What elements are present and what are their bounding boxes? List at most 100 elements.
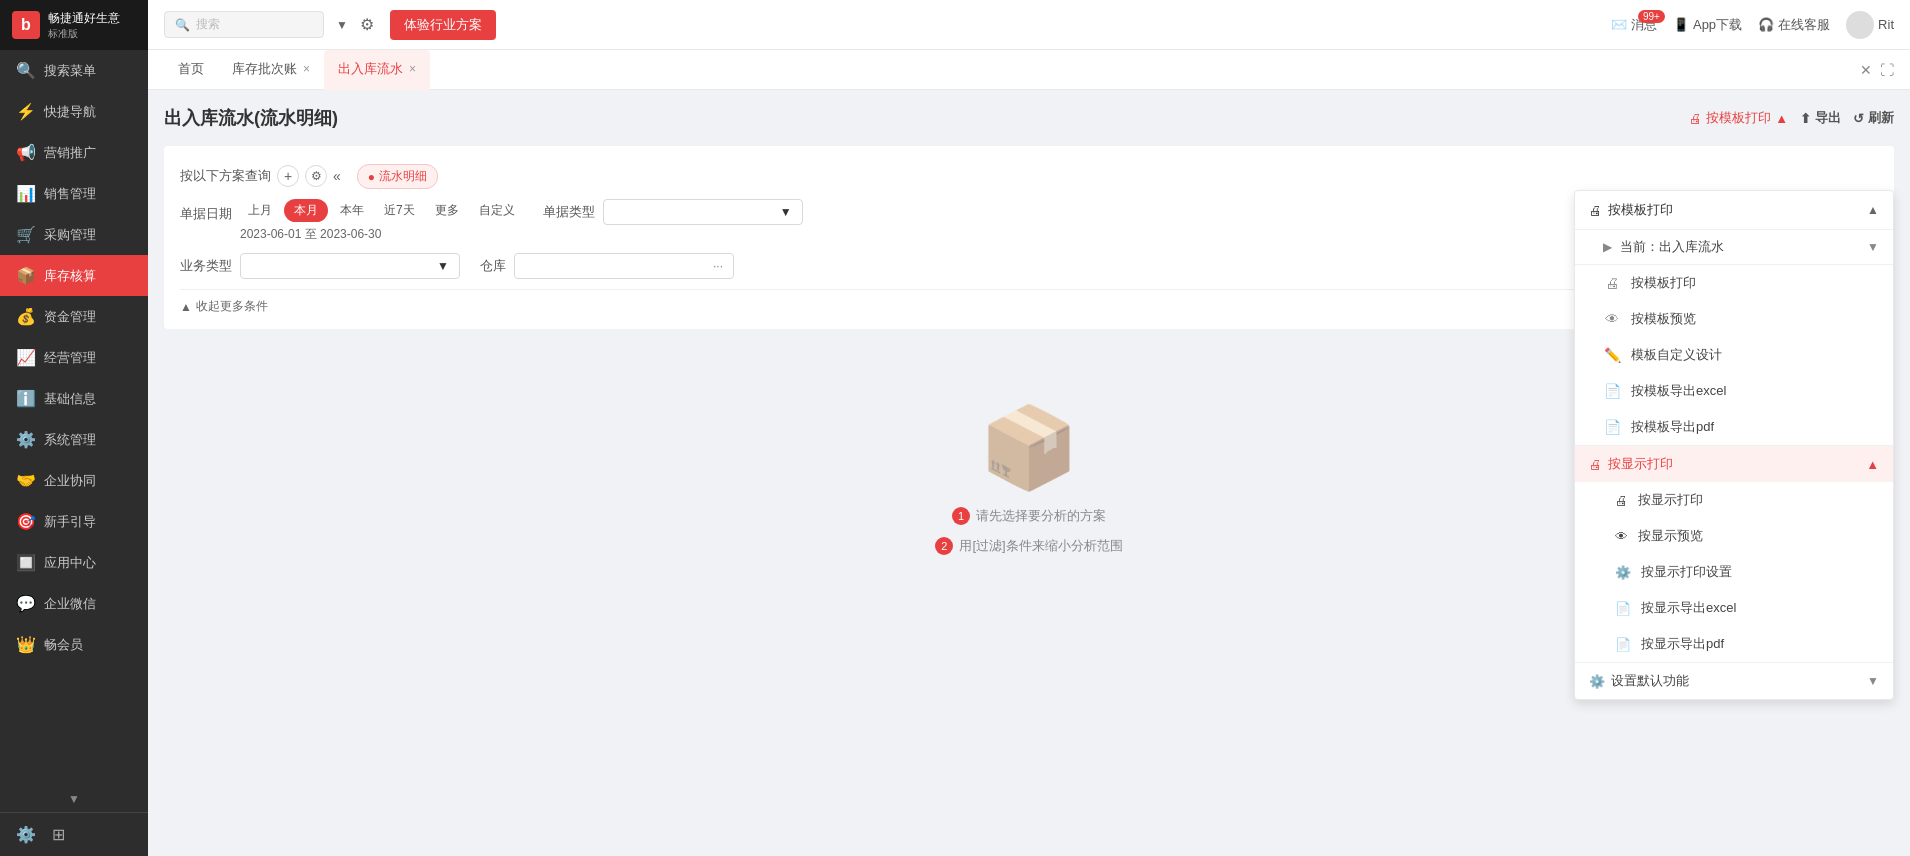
date-7days[interactable]: 近7天	[376, 199, 423, 222]
dropdown-footer[interactable]: ⚙️ 设置默认功能 ▼	[1575, 662, 1893, 699]
date-label: 单据日期	[180, 199, 232, 223]
dropdown-item-preview-display[interactable]: 👁 按显示预览	[1575, 518, 1893, 554]
export-pdf-display-icon: 📄	[1615, 637, 1631, 652]
collapse-filter-btn[interactable]: «	[333, 168, 341, 184]
display-section-header[interactable]: 🖨 按显示打印 ▲	[1575, 446, 1893, 482]
chevron-up-icon: ▲	[180, 300, 192, 314]
sidebar-item-label: 企业协同	[44, 472, 96, 490]
add-scheme-btn[interactable]: +	[277, 165, 299, 187]
sidebar-item-wechat[interactable]: 💬 企业微信	[0, 583, 148, 624]
sidebar-item-purchase[interactable]: 🛒 采购管理	[0, 214, 148, 255]
sidebar-item-basic-info[interactable]: ℹ️ 基础信息	[0, 378, 148, 419]
date-more[interactable]: 更多	[427, 199, 467, 222]
refresh-btn[interactable]: ↺ 刷新	[1853, 109, 1894, 127]
dropdown-item-print-settings[interactable]: ⚙️ 按显示打印设置	[1575, 554, 1893, 590]
close-window-btn[interactable]: ✕	[1860, 62, 1872, 78]
tab-stock-flow-close[interactable]: ×	[409, 62, 416, 76]
dropdown-item-custom-design-label: 模板自定义设计	[1631, 346, 1722, 364]
empty-hint-2: 2 用[过滤]条件来缩小分析范围	[935, 537, 1122, 555]
tab-inventory-batch-label: 库存批次账	[232, 60, 297, 78]
dropdown-item-preview-template[interactable]: 👁 按模板预览	[1575, 301, 1893, 337]
dropdown-item-print-template-label: 按模板打印	[1631, 274, 1696, 292]
sidebar-item-inventory[interactable]: 📦 库存核算	[0, 255, 148, 296]
export-excel-template-icon: 📄	[1603, 383, 1621, 399]
main-content: 🔍 搜索 ▼ ⚙ 体验行业方案 ✉️ 消息 99+ 📱 App下载 🎧 在线客服…	[148, 0, 1910, 856]
dropdown-item-export-excel-display[interactable]: 📄 按显示导出excel	[1575, 590, 1893, 626]
inventory-icon: 📦	[16, 266, 36, 285]
current-template-row[interactable]: ▶ 当前：出入库流水 ▼	[1575, 230, 1893, 264]
sidebar-item-vip[interactable]: 👑 畅会员	[0, 624, 148, 665]
trial-btn[interactable]: 体验行业方案	[390, 10, 496, 40]
active-scheme-tag: ● 流水明细	[357, 160, 438, 189]
business-type-select[interactable]: ▼	[240, 253, 460, 279]
page-title-text: 出入库流水(流水明细)	[164, 106, 338, 130]
settings-footer-icon[interactable]: ⚙️	[16, 825, 36, 844]
filter-scheme-label: 按以下方案查询	[180, 167, 271, 185]
vip-icon: 👑	[16, 635, 36, 654]
sidebar-item-label: 营销推广	[44, 144, 96, 162]
printer-header-icon: 🖨	[1589, 203, 1602, 218]
page-content: 出入库流水(流水明细) 🖨 按模板打印 ▲ ⬆ 导出 ↺ 刷新	[148, 90, 1910, 856]
sidebar: b 畅捷通好生意 标准版 🔍 搜索菜单 ⚡ 快捷导航 📢 营销推广 📊 销售管理…	[0, 0, 148, 856]
collapse-sidebar-icon[interactable]: ⊞	[52, 825, 65, 844]
date-this-year[interactable]: 本年	[332, 199, 372, 222]
tab-stock-flow[interactable]: 出入库流水 ×	[324, 50, 430, 90]
user-avatar-btn[interactable]: Rit	[1846, 11, 1894, 39]
date-last-month[interactable]: 上月	[240, 199, 280, 222]
footer-arrow: ▼	[1867, 674, 1879, 688]
tab-inventory-batch[interactable]: 库存批次账 ×	[218, 50, 324, 90]
warehouse-select[interactable]: ···	[514, 253, 734, 279]
quick-nav-icon: ⚡	[16, 102, 36, 121]
basic-info-icon: ℹ️	[16, 389, 36, 408]
dropdown-item-print-display[interactable]: 🖨 按显示打印	[1575, 482, 1893, 518]
dropdown-item-export-pdf-display[interactable]: 📄 按显示导出pdf	[1575, 626, 1893, 662]
topbar-search-icon: 🔍	[175, 18, 190, 32]
sidebar-scroll-down[interactable]: ▼	[0, 786, 148, 812]
sidebar-item-sales[interactable]: 📊 销售管理	[0, 173, 148, 214]
warehouse-more-btn[interactable]: ···	[713, 259, 723, 273]
sidebar-item-guide[interactable]: 🎯 新手引导	[0, 501, 148, 542]
scheme-tag[interactable]: ● 流水明细	[357, 164, 438, 189]
dropdown-item-export-excel-template[interactable]: 📄 按模板导出excel	[1575, 373, 1893, 409]
sidebar-item-finance[interactable]: 💰 资金管理	[0, 296, 148, 337]
maximize-window-btn[interactable]: ⛶	[1880, 62, 1894, 78]
business-type-label: 业务类型	[180, 257, 232, 275]
message-btn[interactable]: ✉️ 消息 99+	[1611, 16, 1657, 34]
dropdown-collapse-arrow[interactable]: ▲	[1867, 203, 1879, 217]
online-service-label: 在线客服	[1778, 16, 1830, 34]
topbar-gear-icon[interactable]: ⚙	[360, 15, 374, 34]
dropdown-item-custom-design[interactable]: ✏️ 模板自定义设计	[1575, 337, 1893, 373]
export-btn[interactable]: ⬆ 导出	[1800, 109, 1841, 127]
business-type-arrow: ▼	[437, 259, 449, 273]
sidebar-item-marketing[interactable]: 📢 营销推广	[0, 132, 148, 173]
date-custom[interactable]: 自定义	[471, 199, 523, 222]
app-download-label: App下载	[1693, 16, 1742, 34]
receipt-type-select[interactable]: ▼	[603, 199, 803, 225]
sidebar-item-label: 新手引导	[44, 513, 96, 531]
sidebar-item-system[interactable]: ⚙️ 系统管理	[0, 419, 148, 460]
app-download-btn[interactable]: 📱 App下载	[1673, 16, 1742, 34]
app-logo-icon: b	[12, 11, 40, 39]
topbar-search-dropdown[interactable]: ▼	[336, 18, 348, 32]
date-range-display: 2023-06-01 至 2023-06-30	[240, 226, 523, 243]
tab-inventory-batch-close[interactable]: ×	[303, 62, 310, 76]
date-this-month[interactable]: 本月	[284, 199, 328, 222]
sidebar-item-search[interactable]: 🔍 搜索菜单	[0, 50, 148, 91]
sales-icon: 📊	[16, 184, 36, 203]
dropdown-item-print-template[interactable]: 🖨 按模板打印	[1575, 265, 1893, 301]
sidebar-item-collab[interactable]: 🤝 企业协同	[0, 460, 148, 501]
step-2-number: 2	[935, 537, 953, 555]
tab-home[interactable]: 首页	[164, 50, 218, 90]
tag-icon: ●	[368, 170, 375, 184]
step-1-number: 1	[952, 507, 970, 525]
setting-scheme-btn[interactable]: ⚙	[305, 165, 327, 187]
topbar-search-box[interactable]: 🔍 搜索	[164, 11, 324, 38]
sidebar-item-operations[interactable]: 📈 经营管理	[0, 337, 148, 378]
online-service-btn[interactable]: 🎧 在线客服	[1758, 16, 1830, 34]
refresh-icon: ↺	[1853, 111, 1864, 126]
sidebar-item-quicknav[interactable]: ⚡ 快捷导航	[0, 91, 148, 132]
sidebar-item-appcenter[interactable]: 🔲 应用中心	[0, 542, 148, 583]
print-template-btn[interactable]: 🖨 按模板打印 ▲	[1689, 109, 1788, 127]
display-section-arrow: ▲	[1866, 457, 1879, 472]
dropdown-item-export-pdf-template[interactable]: 📄 按模板导出pdf	[1575, 409, 1893, 445]
